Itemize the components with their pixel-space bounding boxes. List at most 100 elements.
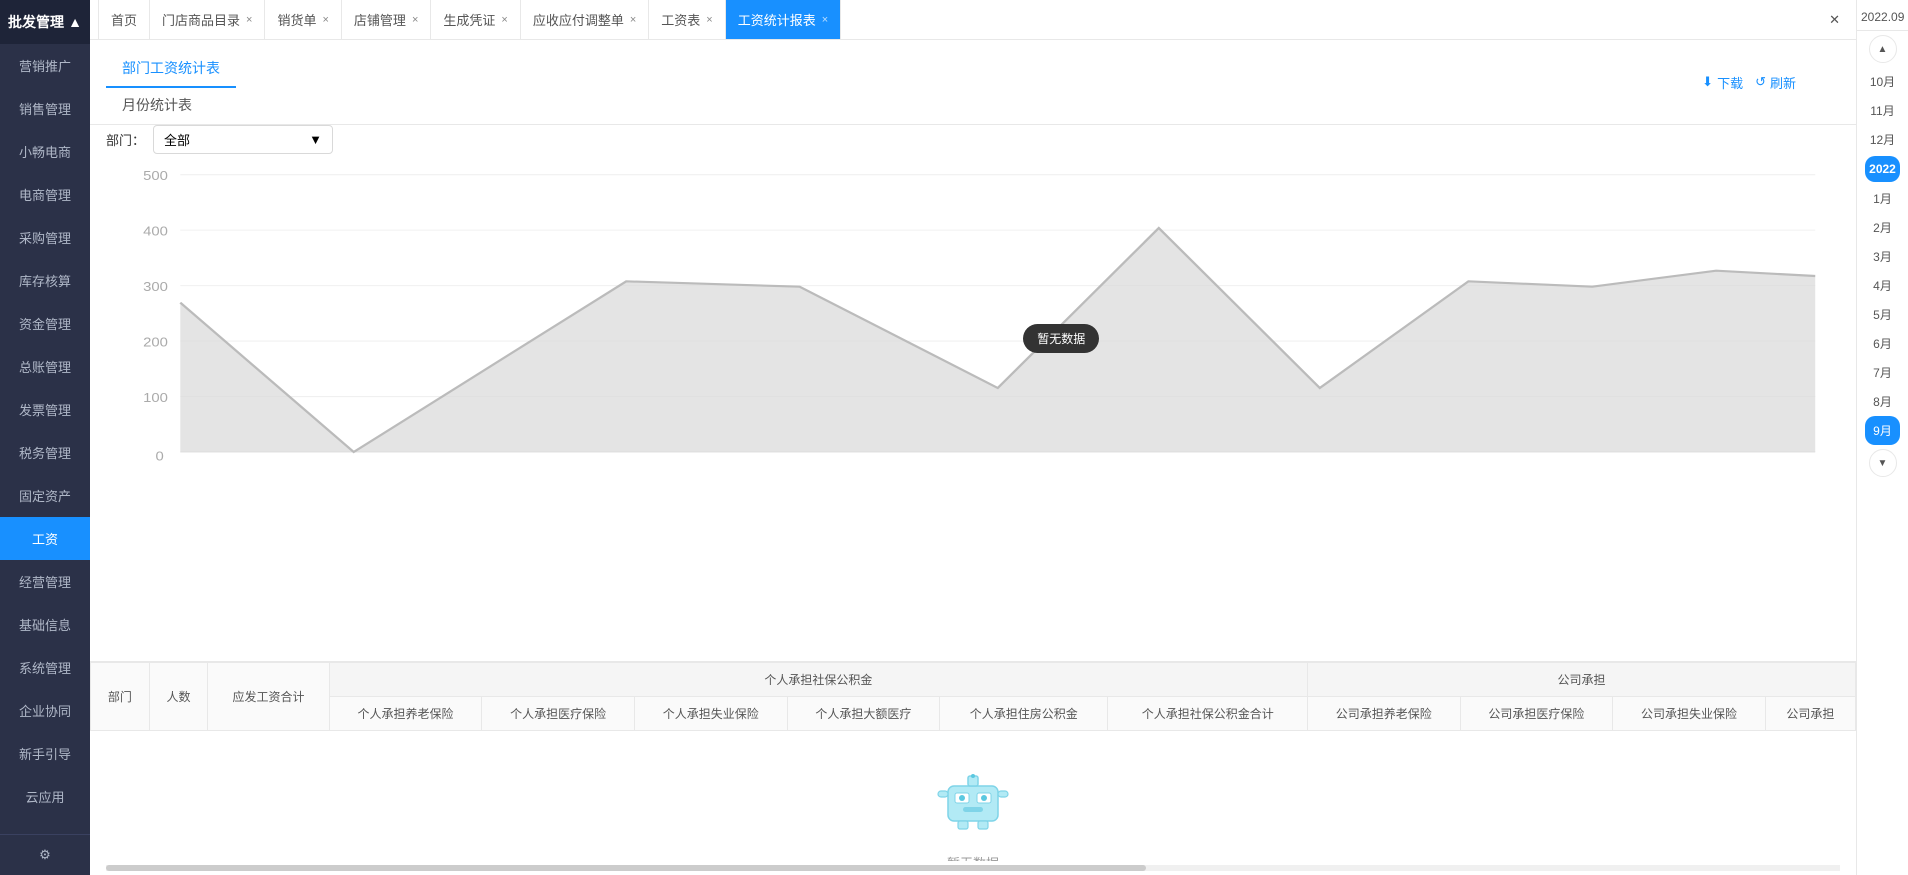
timeline-item-12[interactable]: 12月 [1861,125,1904,154]
sidebar-settings[interactable]: ⚙ [0,834,90,875]
sidebar-item-enterprise[interactable]: 企业协同 [0,689,90,732]
download-label: 下载 [1717,73,1743,92]
th-company-unemployment: 公司承担失业保险 [1613,697,1766,731]
tab-receivable[interactable]: 应收应付调整单× [521,0,649,40]
tab-close-store-mgmt[interactable]: × [412,14,418,26]
timeline-item-11[interactable]: 11月 [1861,96,1904,125]
table-empty-state: 暂无数据 [91,731,1856,861]
sidebar-header[interactable]: 批发管理 ▲ [0,0,90,44]
timeline-panel: 2022.09 ▲ 10月11月12月20221月2月3月4月5月6月7月8月9… [1856,0,1908,875]
tab-sales-order[interactable]: 销货单 × [265,0,341,40]
sidebar-item-ops[interactable]: 经营管理 [0,560,90,603]
sidebar-item-basic[interactable]: 基础信息 [0,603,90,646]
sidebar-item-system[interactable]: 系统管理 [0,646,90,689]
svg-text:200: 200 [143,334,168,349]
table-wrapper: 部门 人数 应发工资合计 个人承担社保公积金 公司承担 个人承担养老保险 个人承… [90,661,1856,861]
tab-catalog[interactable]: 门店商品目录× [150,0,265,40]
tab-close-sales-order[interactable]: × [322,14,328,26]
th-total-salary: 应发工资合计 [208,663,329,731]
scrollbar-thumb [106,865,1146,871]
timeline-item-10[interactable]: 10月 [1861,67,1904,96]
main-area: 首页门店商品目录×销货单×店铺管理×生成凭证×应收应付调整单×工资表×工资统计报… [90,0,1856,875]
salary-table: 部门 人数 应发工资合计 个人承担社保公积金 公司承担 个人承担养老保险 个人承… [90,662,1856,861]
tab-label-salary-table: 工资表 [661,10,700,29]
download-btn[interactable]: ⬇ 下载 [1702,73,1743,92]
tab-store-mgmt[interactable]: 店铺管理 × [342,0,431,40]
chevron-down-icon: ▼ [309,132,322,147]
settings-icon: ⚙ [39,847,51,862]
tab-items-container: 首页门店商品目录×销货单×店铺管理×生成凭证×应收应付调整单×工资表×工资统计报… [98,0,841,40]
tab-salary-table[interactable]: 工资表 × [649,0,725,40]
sidebar-item-invoice[interactable]: 发票管理 [0,388,90,431]
th-personal-medical: 个人承担医疗保险 [482,697,635,731]
table-header-group-row: 部门 人数 应发工资合计 个人承担社保公积金 公司承担 [91,663,1856,697]
toolbar-right: ⬇ 下载 ↺ 刷新 [1702,73,1856,92]
refresh-icon: ↺ [1755,74,1766,90]
empty-robot-icon [933,761,1013,841]
svg-text:500: 500 [143,168,168,183]
sidebar-item-assets[interactable]: 固定资产 [0,474,90,517]
tab-label-sales-order: 销货单 [277,10,316,29]
tab-close-salary-report[interactable]: × [822,14,828,26]
filter-row: 部门： 全部 ▼ [90,125,1856,164]
th-dept: 部门 [91,663,150,731]
th-personal-unemployment: 个人承担失业保险 [634,697,787,731]
sidebar-toggle-icon: ▲ [68,14,82,30]
tab-home[interactable]: 首页 [98,0,150,40]
timeline-item-1[interactable]: 1月 [1861,184,1904,213]
dept-select[interactable]: 全部 ▼ [153,125,333,154]
sidebar: 批发管理 ▲ 营销推广销售管理小畅电商电商管理采购管理库存核算资金管理总账管理发… [0,0,90,875]
tab-production[interactable]: 生成凭证 × [431,0,520,40]
timeline-down-nav[interactable]: ▼ [1869,449,1897,477]
close-all-icon: ✕ [1829,12,1840,28]
timeline-item-2022[interactable]: 2022 [1865,156,1900,182]
refresh-btn[interactable]: ↺ 刷新 [1755,73,1796,92]
timeline-top-year: 2022.09 [1857,4,1908,31]
timeline-item-4[interactable]: 4月 [1861,271,1904,300]
sidebar-item-ecommerce-small[interactable]: 小畅电商 [0,130,90,173]
timeline-item-3[interactable]: 3月 [1861,242,1904,271]
sub-tab-dept[interactable]: 部门工资统计表 [106,50,236,88]
download-icon: ⬇ [1702,74,1713,90]
th-company-pension: 公司承担养老保险 [1308,697,1461,731]
svg-text:300: 300 [143,279,168,294]
sidebar-item-tax[interactable]: 税务管理 [0,431,90,474]
tab-close-production[interactable]: × [501,14,507,26]
sidebar-item-account[interactable]: 总账管理 [0,345,90,388]
tab-close-salary-table[interactable]: × [706,14,712,26]
th-company-other: 公司承担 [1765,697,1855,731]
timeline-item-5[interactable]: 5月 [1861,300,1904,329]
timeline-item-2[interactable]: 2月 [1861,213,1904,242]
horizontal-scrollbar[interactable] [106,865,1840,871]
sidebar-item-sales[interactable]: 销售管理 [0,87,90,130]
tab-label-production: 生成凭证 [443,10,495,29]
svg-text:400: 400 [143,223,168,238]
sub-tab-items: 部门工资统计表月份统计表 [106,50,236,124]
dept-select-value: 全部 [164,130,190,149]
sub-tab-monthly[interactable]: 月份统计表 [106,87,236,125]
sidebar-item-purchase[interactable]: 采购管理 [0,216,90,259]
timeline-item-6[interactable]: 6月 [1861,329,1904,358]
tab-bar-close-btn[interactable]: ✕ [1821,12,1848,28]
sidebar-item-inventory[interactable]: 库存核算 [0,259,90,302]
tab-label-salary-report: 工资统计报表 [738,10,816,29]
timeline-item-8[interactable]: 8月 [1861,387,1904,416]
timeline-item-9[interactable]: 9月 [1865,416,1900,445]
svg-text:0: 0 [156,449,165,464]
timeline-items-container: 10月11月12月20221月2月3月4月5月6月7月8月9月 [1861,67,1904,445]
sidebar-item-marketing[interactable]: 营销推广 [0,44,90,87]
sidebar-item-guide[interactable]: 新手引导 [0,732,90,775]
sidebar-items: 营销推广销售管理小畅电商电商管理采购管理库存核算资金管理总账管理发票管理税务管理… [0,44,90,818]
table-empty-row: 暂无数据 [91,731,1856,862]
sidebar-title: 批发管理 [8,12,64,32]
tab-close-receivable[interactable]: × [630,14,636,26]
tab-close-catalog[interactable]: × [246,14,252,26]
sidebar-item-cloud[interactable]: 云应用 [0,775,90,818]
timeline-up-nav[interactable]: ▲ [1869,35,1897,63]
sidebar-item-ecommerce[interactable]: 电商管理 [0,173,90,216]
timeline-item-7[interactable]: 7月 [1861,358,1904,387]
tab-salary-report[interactable]: 工资统计报表 × [726,0,841,40]
sidebar-item-finance[interactable]: 资金管理 [0,302,90,345]
sidebar-item-salary[interactable]: 工资 [0,517,90,560]
tab-label-store-mgmt: 店铺管理 [354,10,406,29]
